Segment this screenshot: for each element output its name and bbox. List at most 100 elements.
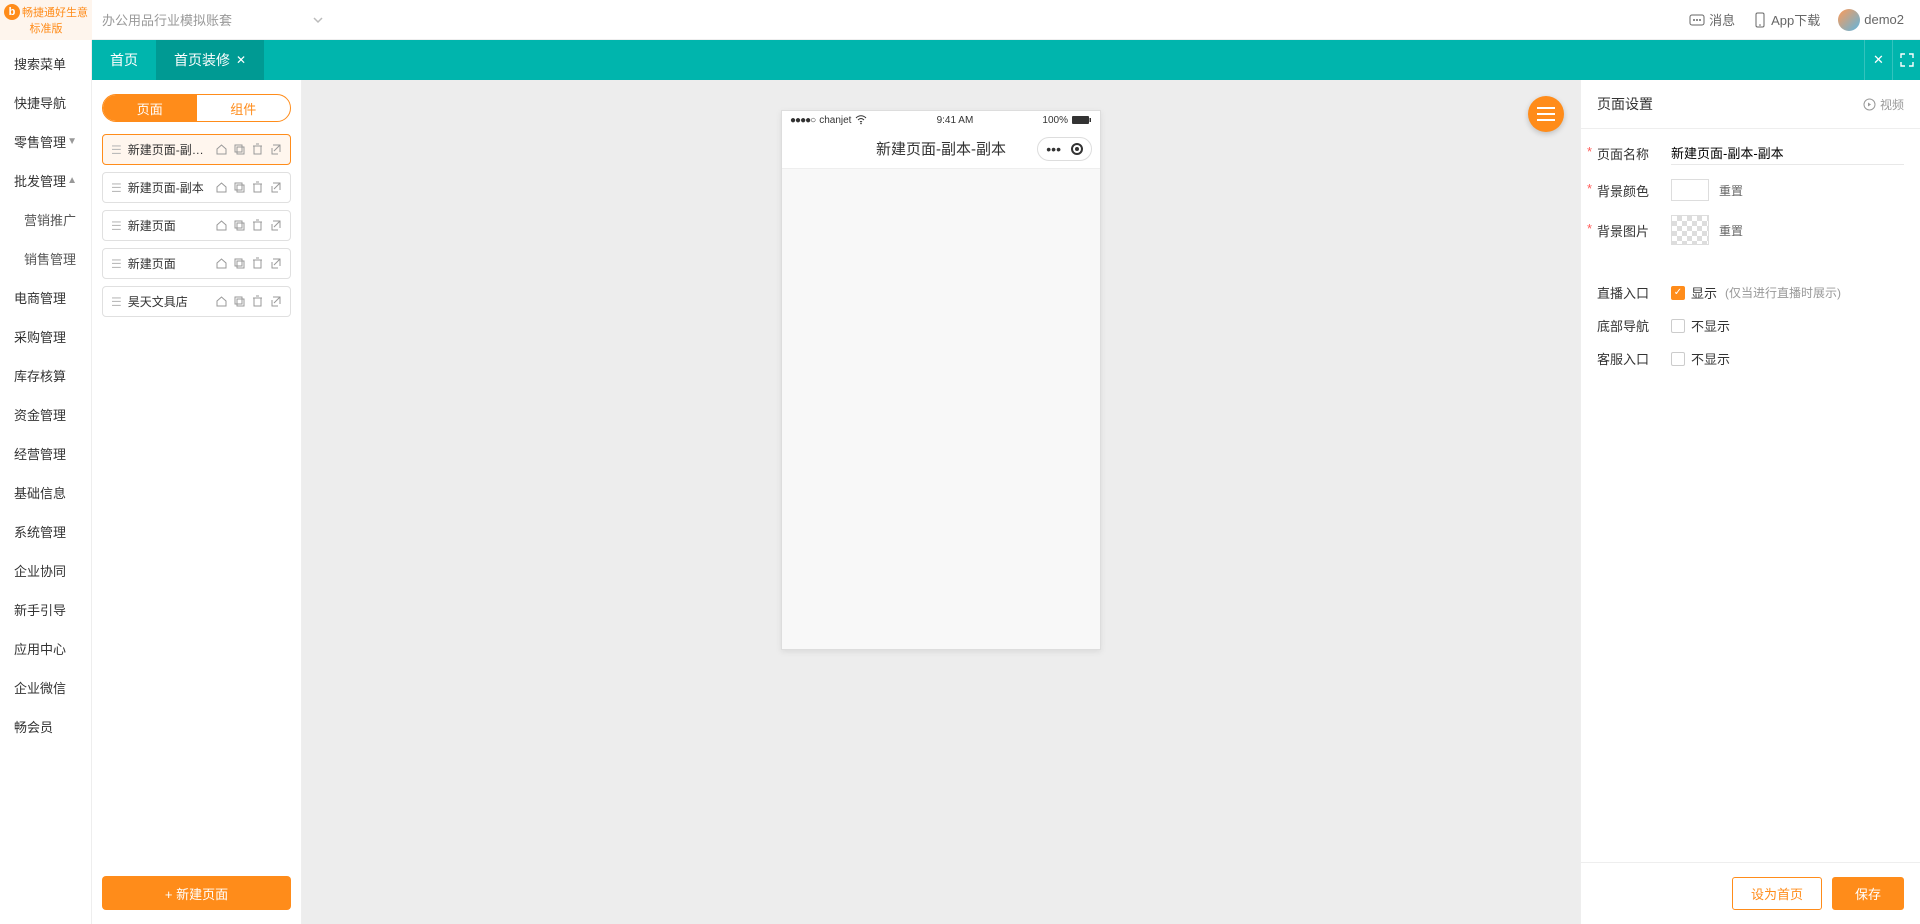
set-home-button[interactable]: 设为首页	[1732, 877, 1822, 910]
avatar	[1838, 9, 1860, 31]
live-entry-label: 直播入口	[1597, 283, 1671, 302]
caret-up-icon: ▲	[67, 175, 77, 186]
page-row-4[interactable]: ☰ 昊天文具店	[102, 286, 291, 317]
page-row-2[interactable]: ☰新建页面	[102, 210, 291, 241]
sidebar-item-3[interactable]: 批发管理▲	[0, 161, 91, 200]
copy-icon[interactable]	[232, 295, 246, 309]
save-button[interactable]: 保存	[1832, 877, 1904, 910]
home-icon[interactable]	[214, 181, 228, 195]
sidebar-item-label: 采购管理	[14, 327, 66, 346]
carrier: chanjet	[819, 115, 851, 126]
hamburger-icon	[1537, 107, 1555, 121]
bgimg-picker[interactable]	[1671, 215, 1709, 245]
sidebar-item-0[interactable]: 搜索菜单	[0, 44, 91, 83]
close-icon[interactable]: ✕	[236, 53, 246, 67]
page-row-1[interactable]: ☰新建页面-副本	[102, 172, 291, 203]
drag-icon[interactable]: ☰	[111, 181, 122, 195]
sidebar-item-9[interactable]: 资金管理	[0, 395, 91, 434]
sidebar-item-11[interactable]: 基础信息	[0, 473, 91, 512]
share-icon[interactable]	[268, 181, 282, 195]
sidebar-item-5[interactable]: 销售管理	[0, 239, 91, 278]
sidebar-item-10[interactable]: 经营管理	[0, 434, 91, 473]
floating-menu-button[interactable]	[1528, 96, 1564, 132]
sidebar-item-6[interactable]: 电商管理	[0, 278, 91, 317]
copy-icon[interactable]	[232, 219, 246, 233]
phone-time: 9:41 AM	[937, 115, 974, 126]
battery-icon	[1072, 115, 1092, 125]
canvas: ●●●●○ chanjet 9:41 AM 100% 新建页面-副本-副本 ••…	[302, 80, 1580, 924]
drag-icon[interactable]: ☰	[111, 219, 122, 233]
sidebar-item-4[interactable]: 营销推广	[0, 200, 91, 239]
app-download-button[interactable]: App下载	[1753, 10, 1820, 29]
home-icon[interactable]	[214, 219, 228, 233]
sidebar-item-label: 应用中心	[14, 639, 66, 658]
phone-title: 新建页面-副本-副本	[876, 138, 1006, 159]
share-icon[interactable]	[268, 295, 282, 309]
service-checkbox[interactable]	[1671, 352, 1685, 366]
tab-decorate[interactable]: 首页装修 ✕	[156, 40, 264, 80]
drag-icon[interactable]: ☰	[111, 257, 122, 271]
home-icon[interactable]	[214, 295, 228, 309]
sidebar-item-12[interactable]: 系统管理	[0, 512, 91, 551]
sidebar-item-label: 系统管理	[14, 522, 66, 541]
logo[interactable]: b畅捷通好生意 标准版	[0, 0, 92, 40]
delete-icon[interactable]	[250, 181, 264, 195]
user-menu[interactable]: demo2	[1838, 9, 1904, 31]
new-page-button[interactable]: + 新建页面	[102, 876, 291, 910]
bgimg-reset[interactable]: 重置	[1719, 222, 1743, 239]
phone-nav-bar: 新建页面-副本-副本 •••	[782, 129, 1100, 169]
live-show-text: 显示	[1691, 283, 1717, 302]
sidebar-item-17[interactable]: 畅会员	[0, 707, 91, 746]
sidebar-item-7[interactable]: 采购管理	[0, 317, 91, 356]
delete-icon[interactable]	[250, 219, 264, 233]
bgcolor-reset[interactable]: 重置	[1719, 182, 1743, 199]
segment-component[interactable]: 组件	[197, 95, 291, 121]
delete-icon[interactable]	[250, 257, 264, 271]
page-row-name: 新建页面	[128, 255, 208, 272]
sidebar-item-13[interactable]: 企业协同	[0, 551, 91, 590]
top-header: b畅捷通好生意 标准版 办公用品行业模拟账套 消息 App下载 demo2	[0, 0, 1920, 40]
segment-page[interactable]: 页面	[103, 95, 197, 121]
page-name-label: 页面名称	[1597, 144, 1671, 163]
sidebar-item-14[interactable]: 新手引导	[0, 590, 91, 629]
sidebar-item-1[interactable]: 快捷导航	[0, 83, 91, 122]
service-entry-label: 客服入口	[1597, 349, 1671, 368]
sidebar-item-8[interactable]: 库存核算	[0, 356, 91, 395]
share-icon[interactable]	[268, 143, 282, 157]
phone-status-bar: ●●●●○ chanjet 9:41 AM 100%	[782, 111, 1100, 129]
video-tutorial-link[interactable]: 视频	[1863, 96, 1904, 113]
bottom-nav-text: 不显示	[1691, 316, 1730, 335]
copy-icon[interactable]	[232, 143, 246, 157]
share-icon[interactable]	[268, 257, 282, 271]
bgcolor-picker[interactable]	[1671, 179, 1709, 201]
drag-icon[interactable]: ☰	[111, 295, 122, 309]
messages-button[interactable]: 消息	[1689, 10, 1735, 29]
home-icon[interactable]	[214, 143, 228, 157]
bottom-nav-checkbox[interactable]	[1671, 319, 1685, 333]
drag-icon[interactable]: ☰	[111, 143, 122, 157]
sidebar-item-label: 营销推广	[24, 210, 76, 229]
page-name-input[interactable]	[1671, 141, 1904, 165]
tab-home[interactable]: 首页	[92, 40, 156, 80]
home-icon[interactable]	[214, 257, 228, 271]
phone-body[interactable]	[782, 169, 1100, 649]
sidebar-item-16[interactable]: 企业微信	[0, 668, 91, 707]
fullscreen-button[interactable]	[1892, 40, 1920, 80]
sidebar-item-15[interactable]: 应用中心	[0, 629, 91, 668]
page-row-name: 昊天文具店	[128, 293, 208, 310]
sidebar-item-2[interactable]: 零售管理▼	[0, 122, 91, 161]
copy-icon[interactable]	[232, 181, 246, 195]
delete-icon[interactable]	[250, 143, 264, 157]
tab-close-all-button[interactable]: ✕	[1864, 40, 1892, 80]
account-selector[interactable]: 办公用品行业模拟账套	[102, 10, 324, 29]
sidebar-item-label: 资金管理	[14, 405, 66, 424]
page-row-0[interactable]: ☰ 新建页面-副本-...	[102, 134, 291, 165]
miniprogram-capsule[interactable]: •••	[1037, 137, 1092, 161]
live-show-checkbox[interactable]: ✓	[1671, 286, 1685, 300]
copy-icon[interactable]	[232, 257, 246, 271]
caret-down-icon: ▼	[67, 136, 77, 147]
page-row-name: 新建页面-副本-...	[128, 141, 208, 158]
share-icon[interactable]	[268, 219, 282, 233]
page-row-3[interactable]: ☰ 新建页面	[102, 248, 291, 279]
delete-icon[interactable]	[250, 295, 264, 309]
